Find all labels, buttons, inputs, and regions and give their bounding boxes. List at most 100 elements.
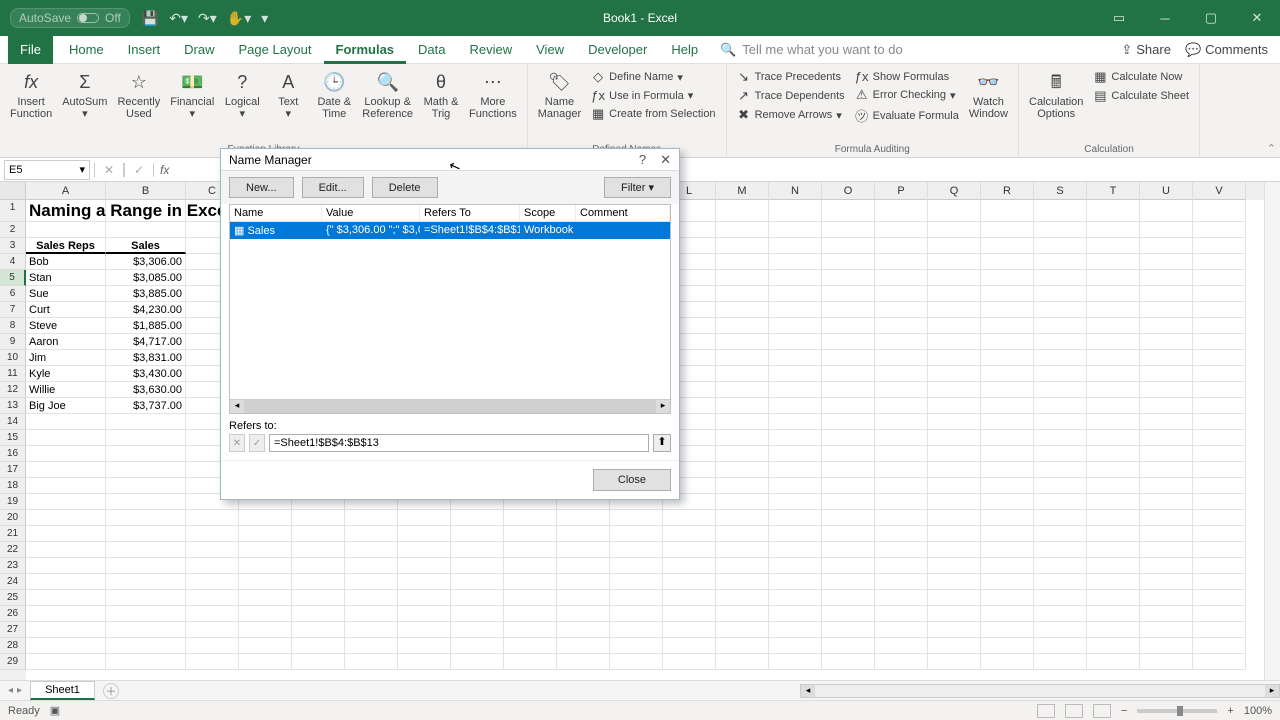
cell[interactable] xyxy=(1140,654,1193,670)
row-header[interactable]: 19 xyxy=(0,494,26,510)
macro-record-icon[interactable]: ▣ xyxy=(50,704,60,717)
math-trig-button[interactable]: θMath & Trig xyxy=(419,68,463,122)
cell[interactable] xyxy=(106,478,186,494)
cell[interactable] xyxy=(1087,622,1140,638)
cell[interactable] xyxy=(1193,302,1246,318)
cell[interactable] xyxy=(928,494,981,510)
cell[interactable] xyxy=(875,222,928,238)
cell[interactable] xyxy=(451,638,504,654)
cell[interactable] xyxy=(981,222,1034,238)
cell[interactable] xyxy=(345,558,398,574)
cell[interactable] xyxy=(1140,590,1193,606)
cell[interactable] xyxy=(106,590,186,606)
column-header[interactable]: N xyxy=(769,182,822,200)
cell[interactable] xyxy=(981,558,1034,574)
col-value-header[interactable]: Value xyxy=(322,205,420,221)
cell[interactable] xyxy=(1140,302,1193,318)
cell[interactable] xyxy=(1034,478,1087,494)
cell[interactable] xyxy=(610,622,663,638)
cell[interactable] xyxy=(663,574,716,590)
cell[interactable] xyxy=(1034,638,1087,654)
cell[interactable] xyxy=(875,318,928,334)
cell[interactable] xyxy=(928,574,981,590)
cell[interactable] xyxy=(928,302,981,318)
list-scrollbar[interactable]: ◂ ▸ xyxy=(230,399,670,413)
cell[interactable] xyxy=(875,622,928,638)
cell[interactable] xyxy=(875,398,928,414)
cell[interactable] xyxy=(822,238,875,254)
cell[interactable]: Curt xyxy=(26,302,106,318)
cell[interactable] xyxy=(1087,334,1140,350)
cell[interactable] xyxy=(981,318,1034,334)
cell[interactable] xyxy=(875,478,928,494)
cell[interactable] xyxy=(981,542,1034,558)
minimize-icon[interactable]: ─ xyxy=(1142,0,1188,36)
cell[interactable] xyxy=(769,510,822,526)
cell[interactable] xyxy=(981,382,1034,398)
row-header[interactable]: 24 xyxy=(0,574,26,590)
cell[interactable] xyxy=(26,654,106,670)
cell[interactable]: Sales Reps xyxy=(26,238,106,254)
row-header[interactable]: 13 xyxy=(0,398,26,414)
cell[interactable] xyxy=(1087,558,1140,574)
cell[interactable] xyxy=(26,222,106,238)
cell[interactable] xyxy=(1034,574,1087,590)
cell[interactable] xyxy=(292,606,345,622)
cell[interactable] xyxy=(928,542,981,558)
normal-view-icon[interactable] xyxy=(1037,704,1055,718)
cell[interactable] xyxy=(1193,638,1246,654)
page-break-view-icon[interactable] xyxy=(1093,704,1111,718)
cell[interactable] xyxy=(769,318,822,334)
cell[interactable] xyxy=(981,590,1034,606)
cell[interactable] xyxy=(822,382,875,398)
row-header[interactable]: 15 xyxy=(0,430,26,446)
cell[interactable] xyxy=(345,654,398,670)
row-header[interactable]: 2 xyxy=(0,222,26,238)
cell[interactable] xyxy=(1034,542,1087,558)
cell[interactable] xyxy=(822,350,875,366)
refers-cancel-icon[interactable]: ✕ xyxy=(229,434,245,452)
cell[interactable] xyxy=(398,574,451,590)
cell[interactable]: $3,306.00 xyxy=(106,254,186,270)
cell[interactable] xyxy=(239,654,292,670)
col-comment-header[interactable]: Comment xyxy=(576,205,670,221)
cell[interactable] xyxy=(345,542,398,558)
cell[interactable] xyxy=(1193,542,1246,558)
cell[interactable] xyxy=(504,558,557,574)
cell[interactable] xyxy=(716,200,769,222)
page-layout-view-icon[interactable] xyxy=(1065,704,1083,718)
cell[interactable] xyxy=(822,222,875,238)
cell[interactable]: $3,085.00 xyxy=(106,270,186,286)
cell[interactable] xyxy=(716,510,769,526)
vertical-scrollbar[interactable] xyxy=(1264,182,1280,688)
cell[interactable] xyxy=(345,590,398,606)
row-header[interactable]: 28 xyxy=(0,638,26,654)
cell[interactable] xyxy=(1034,238,1087,254)
cell[interactable] xyxy=(663,590,716,606)
delete-name-button[interactable]: Delete xyxy=(372,177,438,198)
cell[interactable] xyxy=(1193,446,1246,462)
cell[interactable]: $1,885.00 xyxy=(106,318,186,334)
row-header[interactable]: 20 xyxy=(0,510,26,526)
cell[interactable] xyxy=(26,430,106,446)
cell[interactable]: Bob xyxy=(26,254,106,270)
cell[interactable] xyxy=(106,200,186,222)
cell[interactable] xyxy=(716,622,769,638)
cell[interactable] xyxy=(875,270,928,286)
cell[interactable] xyxy=(1140,574,1193,590)
cell[interactable] xyxy=(716,222,769,238)
cell[interactable] xyxy=(769,414,822,430)
cell[interactable] xyxy=(239,542,292,558)
cell[interactable] xyxy=(875,446,928,462)
cell[interactable] xyxy=(106,462,186,478)
refers-accept-icon[interactable]: ✓ xyxy=(249,434,265,452)
cell[interactable] xyxy=(26,478,106,494)
cell[interactable] xyxy=(1087,318,1140,334)
cell[interactable] xyxy=(981,334,1034,350)
cell[interactable] xyxy=(106,414,186,430)
cell[interactable] xyxy=(26,526,106,542)
cell[interactable] xyxy=(1087,654,1140,670)
cell[interactable] xyxy=(1087,510,1140,526)
row-header[interactable]: 26 xyxy=(0,606,26,622)
cell[interactable] xyxy=(610,510,663,526)
